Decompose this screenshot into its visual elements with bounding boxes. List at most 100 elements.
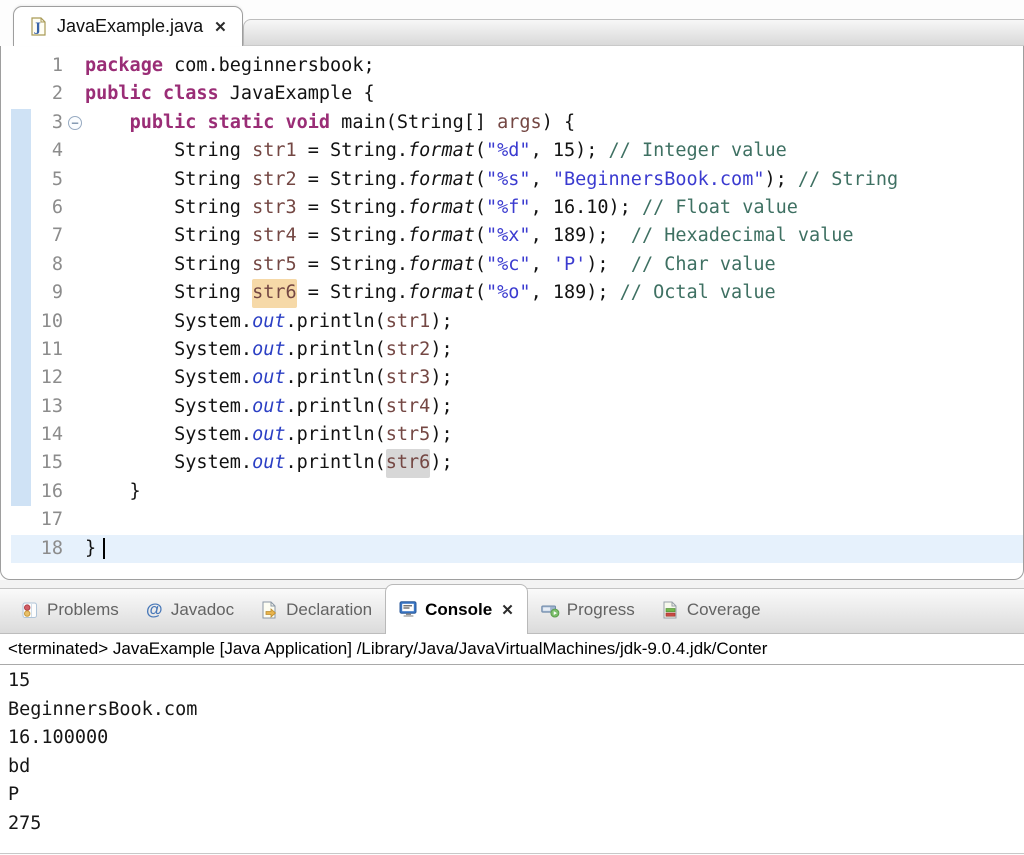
range-indicator xyxy=(11,336,31,364)
code-line[interactable]: 14 System.out.println(str5); xyxy=(1,421,1023,449)
code-line[interactable]: 2 public class JavaExample { xyxy=(1,80,1023,108)
tab-label: Javadoc xyxy=(171,600,234,620)
code-line[interactable]: 11 System.out.println(str2); xyxy=(1,336,1023,364)
console-output-line[interactable]: 15 xyxy=(8,667,1024,696)
code-line[interactable]: 16 } xyxy=(1,478,1023,506)
tab-problems[interactable]: Problems xyxy=(8,587,132,633)
line-number[interactable]: 5 xyxy=(31,166,67,194)
line-number[interactable]: 13 xyxy=(31,393,67,421)
range-indicator xyxy=(11,194,31,222)
line-number[interactable]: 7 xyxy=(31,222,67,250)
fold-column[interactable] xyxy=(67,166,85,194)
code-text: System.out.println(str6); xyxy=(85,449,1023,477)
line-number[interactable]: 15 xyxy=(31,449,67,477)
console-output-line[interactable]: bd xyxy=(8,753,1024,782)
code-line[interactable]: 17 xyxy=(1,506,1023,534)
code-line[interactable]: 6 String str3 = String.format("%f", 16.1… xyxy=(1,194,1023,222)
line-number[interactable]: 3 xyxy=(31,109,67,137)
annotation-column xyxy=(1,279,11,307)
progress-icon xyxy=(541,601,560,619)
range-indicator xyxy=(11,137,31,165)
code-text: String str1 = String.format("%d", 15); /… xyxy=(85,137,1023,165)
line-number[interactable]: 6 xyxy=(31,194,67,222)
line-number[interactable]: 18 xyxy=(31,535,67,563)
code-line[interactable]: 1 package com.beginnersbook; xyxy=(1,52,1023,80)
code-line[interactable]: 9 String str6 = String.format("%o", 189)… xyxy=(1,279,1023,307)
fold-column[interactable] xyxy=(67,506,85,534)
range-indicator xyxy=(11,251,31,279)
code-line[interactable]: 8 String str5 = String.format("%c", 'P')… xyxy=(1,251,1023,279)
line-number[interactable]: 17 xyxy=(31,506,67,534)
line-number[interactable]: 14 xyxy=(31,421,67,449)
line-number[interactable]: 16 xyxy=(31,478,67,506)
console-icon xyxy=(399,601,418,619)
javadoc-icon: @ xyxy=(145,601,164,619)
fold-column[interactable]: − xyxy=(67,109,85,137)
code-line[interactable]: 10 System.out.println(str1); xyxy=(1,308,1023,336)
tab-declaration[interactable]: Declaration xyxy=(247,587,385,633)
annotation-column xyxy=(1,336,11,364)
code-text: package com.beginnersbook; xyxy=(85,52,1023,80)
console-output-line[interactable]: BeginnersBook.com xyxy=(8,696,1024,725)
line-number[interactable]: 11 xyxy=(31,336,67,364)
fold-column[interactable] xyxy=(67,421,85,449)
tab-label: Console xyxy=(425,600,492,620)
console-output-line[interactable]: 275 xyxy=(8,810,1024,839)
tab-console[interactable]: Console ✕ xyxy=(385,584,528,634)
code-text: System.out.println(str2); xyxy=(85,336,1023,364)
line-number[interactable]: 12 xyxy=(31,364,67,392)
code-line[interactable]: 3− public static void main(String[] args… xyxy=(1,109,1023,137)
fold-column[interactable] xyxy=(67,194,85,222)
fold-column[interactable] xyxy=(67,52,85,80)
editor-tab-title: JavaExample.java xyxy=(57,16,203,37)
annotation-column xyxy=(1,166,11,194)
editor-panel: J JavaExample.java ✕ 1 package com.beginn… xyxy=(0,0,1024,580)
code-line[interactable]: 4 String str1 = String.format("%d", 15);… xyxy=(1,137,1023,165)
close-icon[interactable]: ✕ xyxy=(214,18,227,36)
tab-label: Declaration xyxy=(286,600,372,620)
fold-column[interactable] xyxy=(67,308,85,336)
line-number[interactable]: 8 xyxy=(31,251,67,279)
console-output-line[interactable]: 16.100000 xyxy=(8,724,1024,753)
line-number[interactable]: 2 xyxy=(31,80,67,108)
line-number[interactable]: 10 xyxy=(31,308,67,336)
fold-column[interactable] xyxy=(67,449,85,477)
annotation-column xyxy=(1,194,11,222)
code-area[interactable]: 1 package com.beginnersbook; 2 public class… xyxy=(0,46,1024,580)
fold-column[interactable] xyxy=(67,80,85,108)
line-number[interactable]: 1 xyxy=(31,52,67,80)
fold-column[interactable] xyxy=(67,137,85,165)
fold-column[interactable] xyxy=(67,478,85,506)
fold-column[interactable] xyxy=(67,279,85,307)
annotation-column xyxy=(1,449,11,477)
fold-column[interactable] xyxy=(67,393,85,421)
tab-label: Progress xyxy=(567,600,635,620)
tab-coverage[interactable]: Coverage xyxy=(648,587,774,633)
code-line[interactable]: 15 System.out.println(str6); xyxy=(1,449,1023,477)
code-line[interactable]: 7 String str4 = String.format("%x", 189)… xyxy=(1,222,1023,250)
console-output-line[interactable]: P xyxy=(8,781,1024,810)
code-line[interactable]: 5 String str2 = String.format("%s", "Beg… xyxy=(1,166,1023,194)
fold-column[interactable] xyxy=(67,251,85,279)
annotation-column xyxy=(1,535,11,563)
line-number[interactable]: 4 xyxy=(31,137,67,165)
console-panel: Problems @ Javadoc Declaration Console ✕ Progr… xyxy=(0,588,1024,854)
console-output[interactable]: 15BeginnersBook.com16.100000bdP275 xyxy=(0,665,1024,854)
fold-column[interactable] xyxy=(67,535,85,563)
code-text: String str2 = String.format("%s", "Begin… xyxy=(85,166,1023,194)
fold-column[interactable] xyxy=(67,364,85,392)
range-indicator xyxy=(11,449,31,477)
line-number[interactable]: 9 xyxy=(31,279,67,307)
tab-javadoc[interactable]: @ Javadoc xyxy=(132,587,247,633)
close-icon[interactable]: ✕ xyxy=(501,601,514,619)
code-line[interactable]: 13 System.out.println(str4); xyxy=(1,393,1023,421)
fold-column[interactable] xyxy=(67,222,85,250)
editor-tab-javaexample[interactable]: J JavaExample.java ✕ xyxy=(13,6,243,46)
code-text: String str6 = String.format("%o", 189); … xyxy=(85,279,1023,307)
code-text: public class JavaExample { xyxy=(85,80,1023,108)
fold-column[interactable] xyxy=(67,336,85,364)
tab-progress[interactable]: Progress xyxy=(528,587,648,633)
code-line[interactable]: 12 System.out.println(str3); xyxy=(1,364,1023,392)
code-line[interactable]: 18} xyxy=(1,535,1023,563)
collapse-icon[interactable]: − xyxy=(68,116,82,130)
